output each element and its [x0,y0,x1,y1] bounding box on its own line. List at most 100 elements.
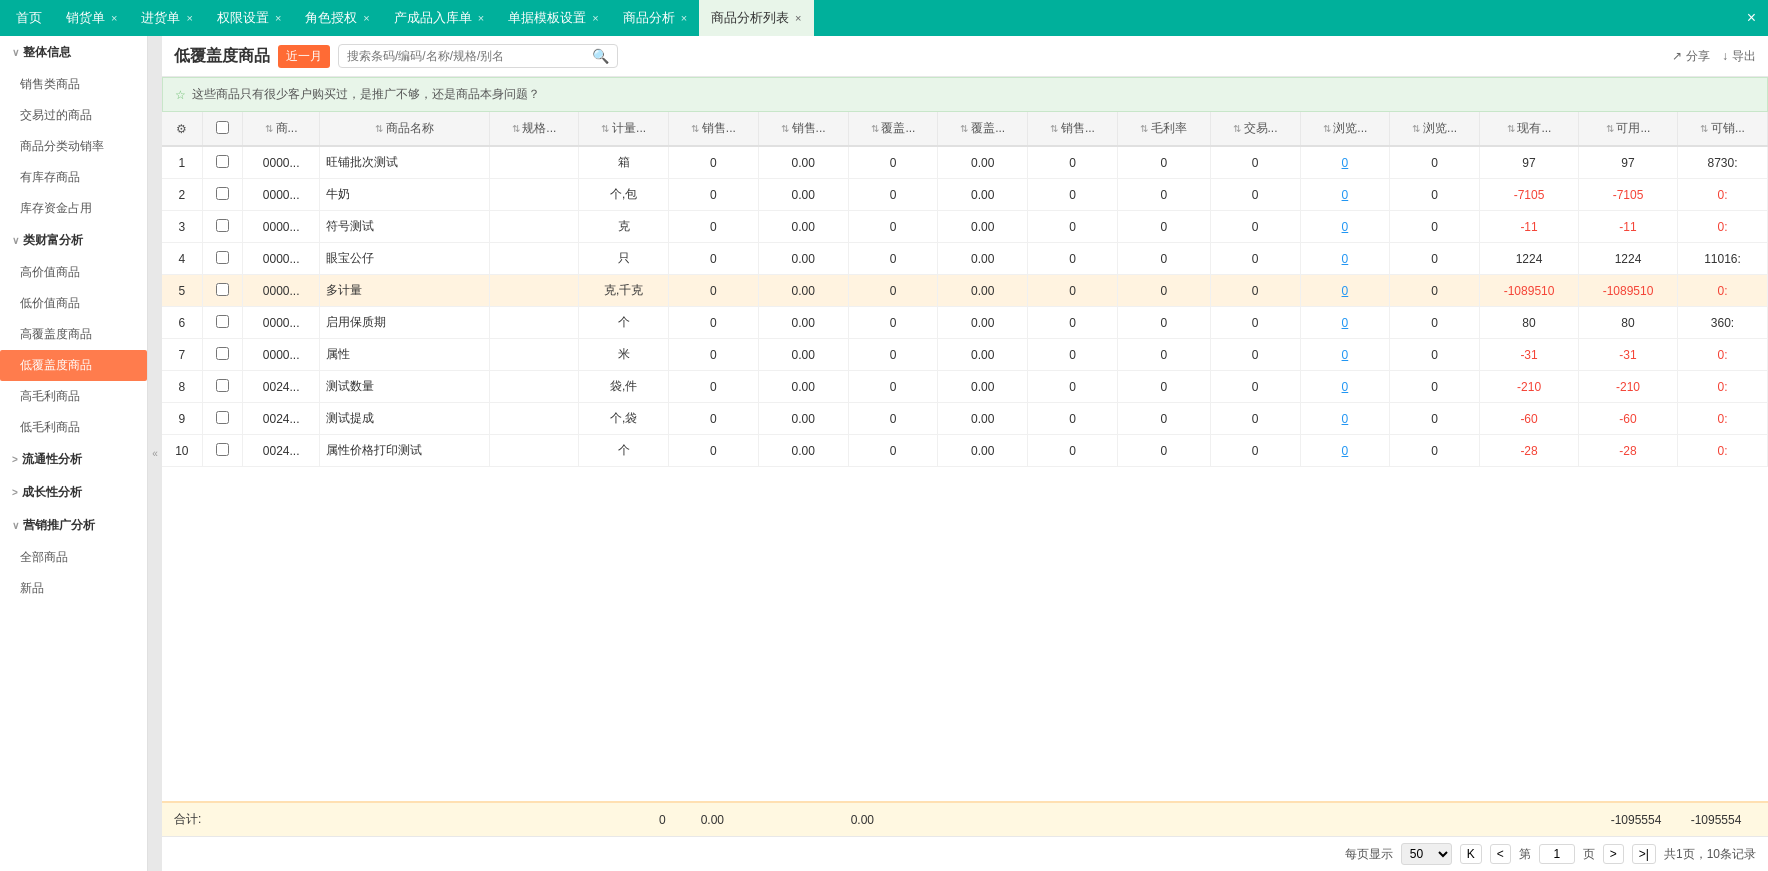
cell-name: 属性价格打印测试 [320,435,489,467]
next-page-button[interactable]: > [1603,844,1624,864]
row-checkbox[interactable] [216,155,229,168]
cell-cover1: 0 [848,179,938,211]
row-checkbox[interactable] [216,379,229,392]
sidebar-item-高覆盖度商品[interactable]: 高覆盖度商品 [0,319,147,350]
nav-item-权限设置[interactable]: 权限设置× [205,0,293,36]
last-page-button[interactable]: >| [1632,844,1656,864]
sidebar-item-高毛利商品[interactable]: 高毛利商品 [0,381,147,412]
settings-icon[interactable]: ⚙ [176,122,187,136]
browse-link[interactable]: 0 [1342,348,1349,362]
nav-close-icon[interactable]: × [186,12,192,24]
cell-checkbox[interactable] [202,243,242,275]
sidebar-item-销售类商品[interactable]: 销售类商品 [0,69,147,100]
nav-item-商品分析列表[interactable]: 商品分析列表× [699,0,813,36]
sidebar-item-有库存商品[interactable]: 有库存商品 [0,162,147,193]
cell-checkbox[interactable] [202,146,242,179]
page-size-select[interactable]: 2050100200 [1401,843,1452,865]
browse-link[interactable]: 0 [1342,220,1349,234]
row-checkbox[interactable] [216,315,229,328]
cell-checkbox[interactable] [202,275,242,307]
date-filter-button[interactable]: 近一月 [278,45,330,68]
table-container[interactable]: ⚙⇅ 商...⇅ 商品名称⇅ 规格...⇅ 计量...⇅ 销售...⇅ 销售..… [162,112,1768,801]
nav-close-icon[interactable]: × [363,12,369,24]
nav-close-icon[interactable]: × [111,12,117,24]
sidebar-item-全部商品[interactable]: 全部商品 [0,542,147,573]
col-header-no: ⇅ 商... [243,112,320,146]
browse-link[interactable]: 0 [1342,316,1349,330]
nav-close-icon[interactable]: × [681,12,687,24]
nav-item-商品分析[interactable]: 商品分析× [611,0,699,36]
cell-checkbox[interactable] [202,307,242,339]
row-checkbox[interactable] [216,347,229,360]
export-button[interactable]: ↓ 导出 [1722,48,1756,65]
cell-browse1[interactable]: 0 [1300,179,1390,211]
first-page-button[interactable]: K [1460,844,1482,864]
nav-close-icon[interactable]: × [795,12,801,24]
nav-item-角色授权[interactable]: 角色授权× [293,0,381,36]
cell-cover2: 0.00 [938,275,1028,307]
row-checkbox[interactable] [216,187,229,200]
nav-close-icon[interactable]: × [275,12,281,24]
cell-browse1[interactable]: 0 [1300,403,1390,435]
cell-trade: 0 [1210,146,1300,179]
cell-checkbox[interactable] [202,371,242,403]
cell-browse1[interactable]: 0 [1300,146,1390,179]
sidebar-collapse-button[interactable]: « [148,36,162,871]
nav-item-产成品入库单[interactable]: 产成品入库单× [382,0,496,36]
sidebar-item-高价值商品[interactable]: 高价值商品 [0,257,147,288]
row-checkbox[interactable] [216,251,229,264]
cell-unit: 克 [579,211,669,243]
row-checkbox[interactable] [216,443,229,456]
cell-checkbox[interactable] [202,435,242,467]
sidebar-item-商品分类动销率[interactable]: 商品分类动销率 [0,131,147,162]
cell-sellable: 360: [1678,307,1768,339]
sidebar-item-低毛利商品[interactable]: 低毛利商品 [0,412,147,443]
sidebar-section-营销推广分析[interactable]: ∨营销推广分析 [0,509,147,542]
cell-checkbox[interactable] [202,339,242,371]
sidebar-item-低价值商品[interactable]: 低价值商品 [0,288,147,319]
nav-close-icon[interactable]: × [592,12,598,24]
nav-item-进货单[interactable]: 进货单× [129,0,204,36]
select-all-checkbox[interactable] [216,121,229,134]
cell-browse1[interactable]: 0 [1300,435,1390,467]
sidebar-item-库存资金占用[interactable]: 库存资金占用 [0,193,147,224]
share-button[interactable]: ↗ 分享 [1672,48,1710,65]
close-all-tabs-button[interactable]: × [1739,9,1764,27]
sidebar-section-类财富分析[interactable]: ∨类财富分析 [0,224,147,257]
cell-cover2: 0.00 [938,403,1028,435]
row-checkbox[interactable] [216,283,229,296]
nav-item-销货单[interactable]: 销货单× [54,0,129,36]
cell-checkbox[interactable] [202,403,242,435]
nav-item-首页[interactable]: 首页 [4,0,54,36]
sidebar-section-流通性分析[interactable]: >流通性分析 [0,443,147,476]
cell-sales2: 0 [1028,275,1118,307]
cell-browse1[interactable]: 0 [1300,243,1390,275]
sidebar-item-新品[interactable]: 新品 [0,573,147,604]
sidebar-section-整体信息[interactable]: ∨整体信息 [0,36,147,69]
cell-browse1[interactable]: 0 [1300,275,1390,307]
search-input[interactable] [347,49,592,63]
cell-browse1[interactable]: 0 [1300,211,1390,243]
row-checkbox[interactable] [216,411,229,424]
browse-link[interactable]: 0 [1342,284,1349,298]
sidebar-item-交易过的商品[interactable]: 交易过的商品 [0,100,147,131]
cell-checkbox[interactable] [202,179,242,211]
browse-link[interactable]: 0 [1342,412,1349,426]
nav-item-单据模板设置[interactable]: 单据模板设置× [496,0,610,36]
cell-browse1[interactable]: 0 [1300,307,1390,339]
cell-checkbox[interactable] [202,211,242,243]
nav-close-icon[interactable]: × [478,12,484,24]
browse-link[interactable]: 0 [1342,380,1349,394]
cell-browse1[interactable]: 0 [1300,371,1390,403]
sidebar-item-低覆盖度商品[interactable]: 低覆盖度商品 [0,350,147,381]
sidebar-section-成长性分析[interactable]: >成长性分析 [0,476,147,509]
browse-link[interactable]: 0 [1342,156,1349,170]
page-number-input[interactable] [1539,844,1575,864]
search-icon[interactable]: 🔍 [592,48,609,64]
row-checkbox[interactable] [216,219,229,232]
browse-link[interactable]: 0 [1342,188,1349,202]
browse-link[interactable]: 0 [1342,444,1349,458]
browse-link[interactable]: 0 [1342,252,1349,266]
prev-page-button[interactable]: < [1490,844,1511,864]
cell-browse1[interactable]: 0 [1300,339,1390,371]
